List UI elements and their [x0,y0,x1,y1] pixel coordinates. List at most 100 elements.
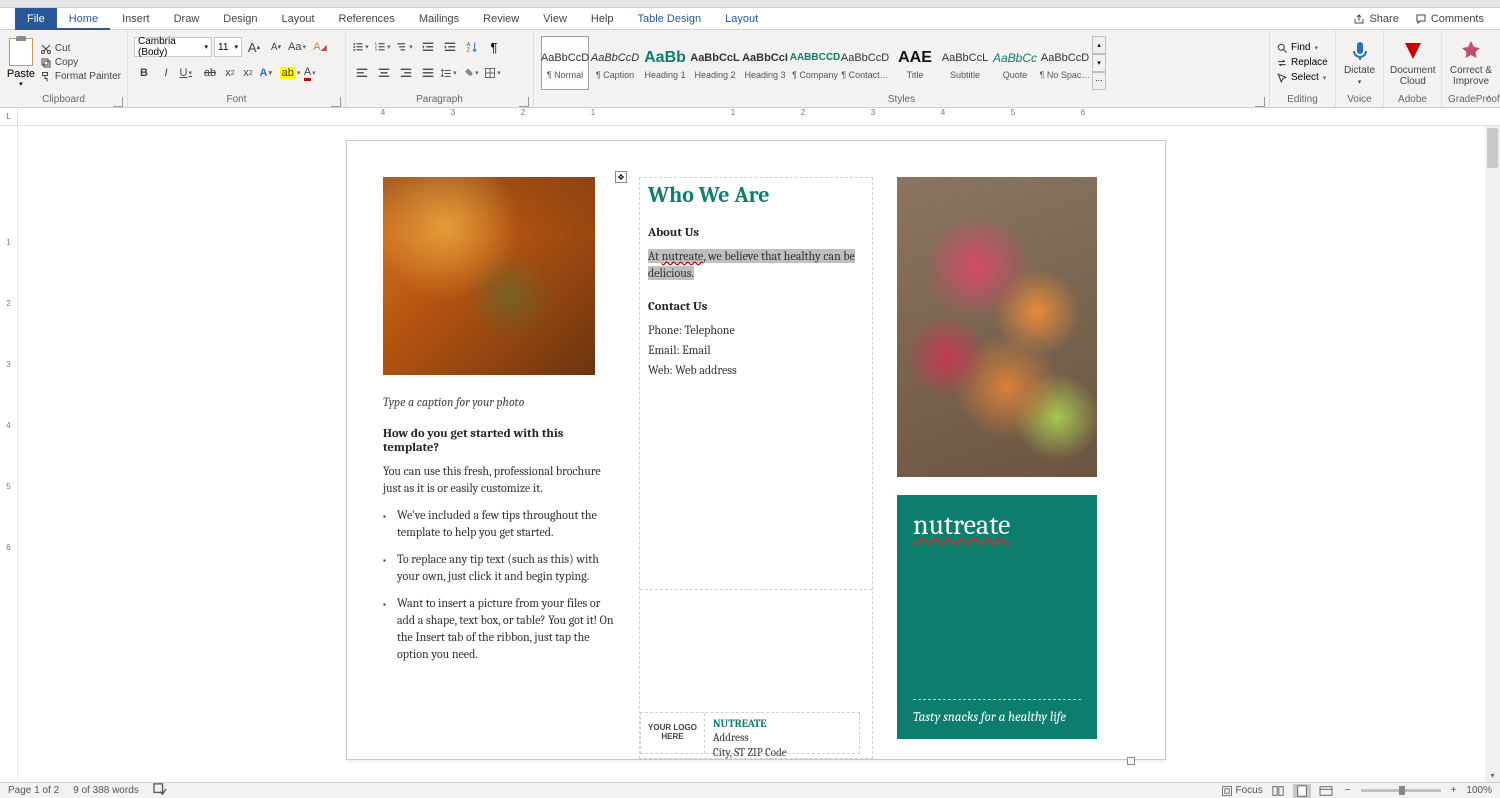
strikethrough-button[interactable]: ab [200,63,220,83]
format-painter-button[interactable]: Format Painter [40,71,121,83]
increase-indent-button[interactable] [440,37,460,57]
zoom-level[interactable]: 100% [1466,785,1492,796]
shading-button[interactable]: ▾ [462,63,482,83]
panel2-title[interactable]: Who We Are [648,182,864,208]
table-move-handle[interactable]: ✥ [615,171,627,183]
contact-web[interactable]: Web: Web address [648,362,864,379]
styles-expand[interactable]: ⋯ [1092,72,1106,90]
show-marks-button[interactable]: ¶ [484,37,504,57]
contact-us-heading[interactable]: Contact Us [648,300,864,314]
find-button[interactable]: Find▾ [1276,42,1331,54]
tab-file[interactable]: File [15,8,57,30]
zoom-in-button[interactable]: + [1447,785,1461,796]
bold-button[interactable]: B [134,63,154,83]
subscript-button[interactable]: x2 [222,63,238,83]
text-effects-button[interactable]: A▾ [258,63,278,83]
scroll-thumb[interactable] [1487,128,1498,168]
align-right-button[interactable] [396,63,416,83]
zoom-out-button[interactable]: − [1341,785,1355,796]
zoom-slider[interactable] [1361,789,1441,792]
font-dialog-launcher[interactable] [331,97,341,107]
ruler-corner[interactable]: L [0,108,18,125]
collapse-ribbon-button[interactable]: ˄ [1482,91,1496,105]
status-page[interactable]: Page 1 of 2 [8,785,59,796]
tab-layout[interactable]: Layout [270,8,327,30]
tab-design[interactable]: Design [211,8,269,30]
tab-view[interactable]: View [531,8,579,30]
style-heading-3[interactable]: AaBbCcIHeading 3 [741,36,789,90]
brochure-panel-2[interactable]: Who We Are About Us At nutreate, we beli… [639,177,873,759]
copy-button[interactable]: Copy [40,57,121,69]
decrease-indent-button[interactable] [418,37,438,57]
font-name-combo[interactable]: Cambria (Body)▾ [134,37,212,57]
styles-dialog-launcher[interactable] [1255,97,1265,107]
brochure-panel-1[interactable]: Type a caption for your photo How do you… [383,177,615,759]
paragraph-dialog-launcher[interactable] [519,97,529,107]
line-spacing-button[interactable]: ▾ [440,63,460,83]
styles-scroll-up[interactable]: ▴ [1092,36,1106,54]
dictate-button[interactable]: Dictate▾ [1342,39,1377,86]
scroll-down-arrow[interactable]: ▾ [1485,768,1500,782]
numbering-button[interactable]: 123▾ [374,37,394,57]
tab-insert[interactable]: Insert [110,8,162,30]
correct-improve-button[interactable]: Correct & Improve [1448,39,1494,87]
change-case-button[interactable]: Aa▾ [288,37,308,57]
superscript-button[interactable]: x2 [240,63,256,83]
style-quote[interactable]: AaBbCcQuote [991,36,1039,90]
style---normal[interactable]: AaBbCcD¶ Normal [541,36,589,90]
address-brand[interactable]: NUTREATE [713,717,851,731]
clear-formatting-button[interactable]: A◢ [310,37,330,57]
comments-button[interactable]: Comments [1409,13,1490,25]
panel1-bullet-3[interactable]: Want to insert a picture from your files… [397,595,615,663]
font-color-button[interactable]: A▾ [302,63,322,83]
panel1-heading[interactable]: How do you get started with this templat… [383,427,615,455]
paste-button[interactable]: Paste ▾ [6,38,36,88]
brochure-panel-3[interactable]: nutreate Tasty snacks for a healthy life [897,177,1129,759]
document-page[interactable]: ✥ Type a caption for your photo How do y… [346,140,1166,760]
web-layout-button[interactable] [1317,784,1335,798]
panel1-caption[interactable]: Type a caption for your photo [383,395,615,409]
tab-home[interactable]: Home [57,8,110,30]
bullets-button[interactable]: ▾ [352,37,372,57]
italic-button[interactable]: I [156,63,176,83]
logo-placeholder[interactable]: YOUR LOGO HERE [641,713,705,753]
panel1-bullet-2[interactable]: To replace any tip text (such as this) w… [397,551,615,585]
grow-font-button[interactable]: A▴ [244,37,264,57]
tab-table-layout[interactable]: Layout [713,8,770,30]
tab-mailings[interactable]: Mailings [407,8,471,30]
focus-mode-button[interactable]: Focus [1221,785,1263,797]
multilevel-button[interactable]: ▾ [396,37,416,57]
justify-button[interactable] [418,63,438,83]
panel3-tagline[interactable]: Tasty snacks for a healthy life [913,710,1081,725]
print-layout-button[interactable] [1293,784,1311,798]
vertical-ruler[interactable]: 123456 [0,126,18,782]
align-left-button[interactable] [352,63,372,83]
select-button[interactable]: Select▾ [1276,72,1331,84]
style-subtitle[interactable]: AaBbCcLSubtitle [941,36,989,90]
contact-phone[interactable]: Phone: Telephone [648,322,864,339]
tab-table-design[interactable]: Table Design [626,8,714,30]
panel3-brand-title[interactable]: nutreate [913,509,1081,541]
status-words[interactable]: 9 of 388 words [73,785,139,796]
style---no-spac-[interactable]: AaBbCcD¶ No Spac… [1041,36,1089,90]
status-spellcheck-icon[interactable] [153,783,167,798]
styles-scroll-down[interactable]: ▾ [1092,54,1106,72]
style---company[interactable]: AABBCCD¶ Company [791,36,839,90]
align-center-button[interactable] [374,63,394,83]
horizontal-ruler[interactable]: L 4321123456 [0,108,1500,126]
panel3-title-box[interactable]: nutreate Tasty snacks for a healthy life [897,495,1097,739]
replace-button[interactable]: Replace [1276,57,1331,69]
shrink-font-button[interactable]: A▾ [266,37,286,57]
style-title[interactable]: AAETitle [891,36,939,90]
contact-email[interactable]: Email: Email [648,342,864,359]
sort-button[interactable]: AZ [462,37,482,57]
panel1-body[interactable]: You can use this fresh, professional bro… [383,463,615,497]
address-line-2[interactable]: City, ST ZIP Code [713,746,851,760]
font-size-combo[interactable]: 11▾ [214,37,242,57]
tab-help[interactable]: Help [579,8,626,30]
styles-gallery[interactable]: AaBbCcD¶ NormalAaBbCcD¶ CaptionAaBbHeadi… [540,34,1090,92]
cut-button[interactable]: Cut [40,43,121,55]
panel1-photo[interactable] [383,177,595,375]
read-mode-button[interactable] [1269,784,1287,798]
tab-references[interactable]: References [327,8,407,30]
